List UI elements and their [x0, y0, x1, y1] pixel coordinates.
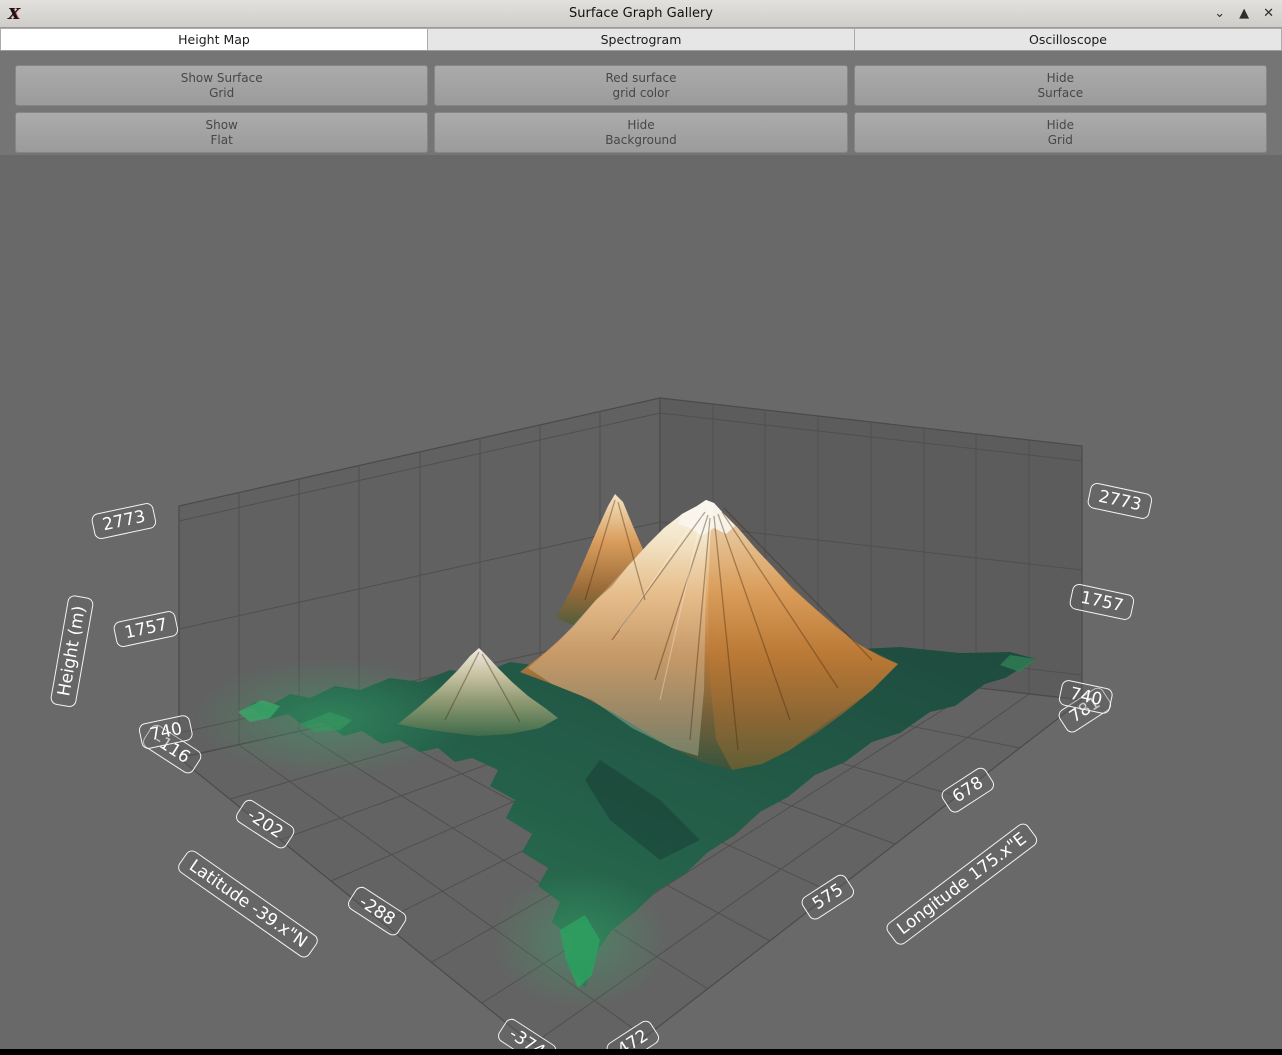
shade-icon[interactable]: ⌄ [1214, 0, 1225, 28]
hide-grid-button[interactable]: HideGrid [854, 112, 1267, 153]
close-icon[interactable]: ✕ [1263, 0, 1274, 28]
hide-background-button[interactable]: HideBackground [434, 112, 847, 153]
title-bar: X Surface Graph Gallery ⌄ ▲ ✕ [0, 0, 1282, 28]
app-window: X Surface Graph Gallery ⌄ ▲ ✕ Height Map… [0, 0, 1282, 1055]
red-surface-grid-color-button[interactable]: Red surfacegrid color [434, 65, 847, 106]
hide-surface-button[interactable]: HideSurface [854, 65, 1267, 106]
tab-oscilloscope[interactable]: Oscilloscope [855, 28, 1282, 50]
show-flat-button[interactable]: ShowFlat [15, 112, 428, 153]
tab-spectrogram[interactable]: Spectrogram [428, 28, 855, 50]
show-surface-grid-button[interactable]: Show SurfaceGrid [15, 65, 428, 106]
tab-bar: Height Map Spectrogram Oscilloscope [0, 28, 1282, 51]
surface-chart-viewport[interactable]: Height (m) 2773 1757 -116 740 2773 1757 … [0, 155, 1282, 1049]
tab-height-map[interactable]: Height Map [0, 28, 428, 50]
window-bottom-edge [0, 1049, 1282, 1055]
button-panel: Show SurfaceGrid Red surfacegrid color H… [0, 51, 1282, 155]
maximize-icon[interactable]: ▲ [1239, 0, 1249, 28]
window-title: Surface Graph Gallery [0, 6, 1282, 21]
